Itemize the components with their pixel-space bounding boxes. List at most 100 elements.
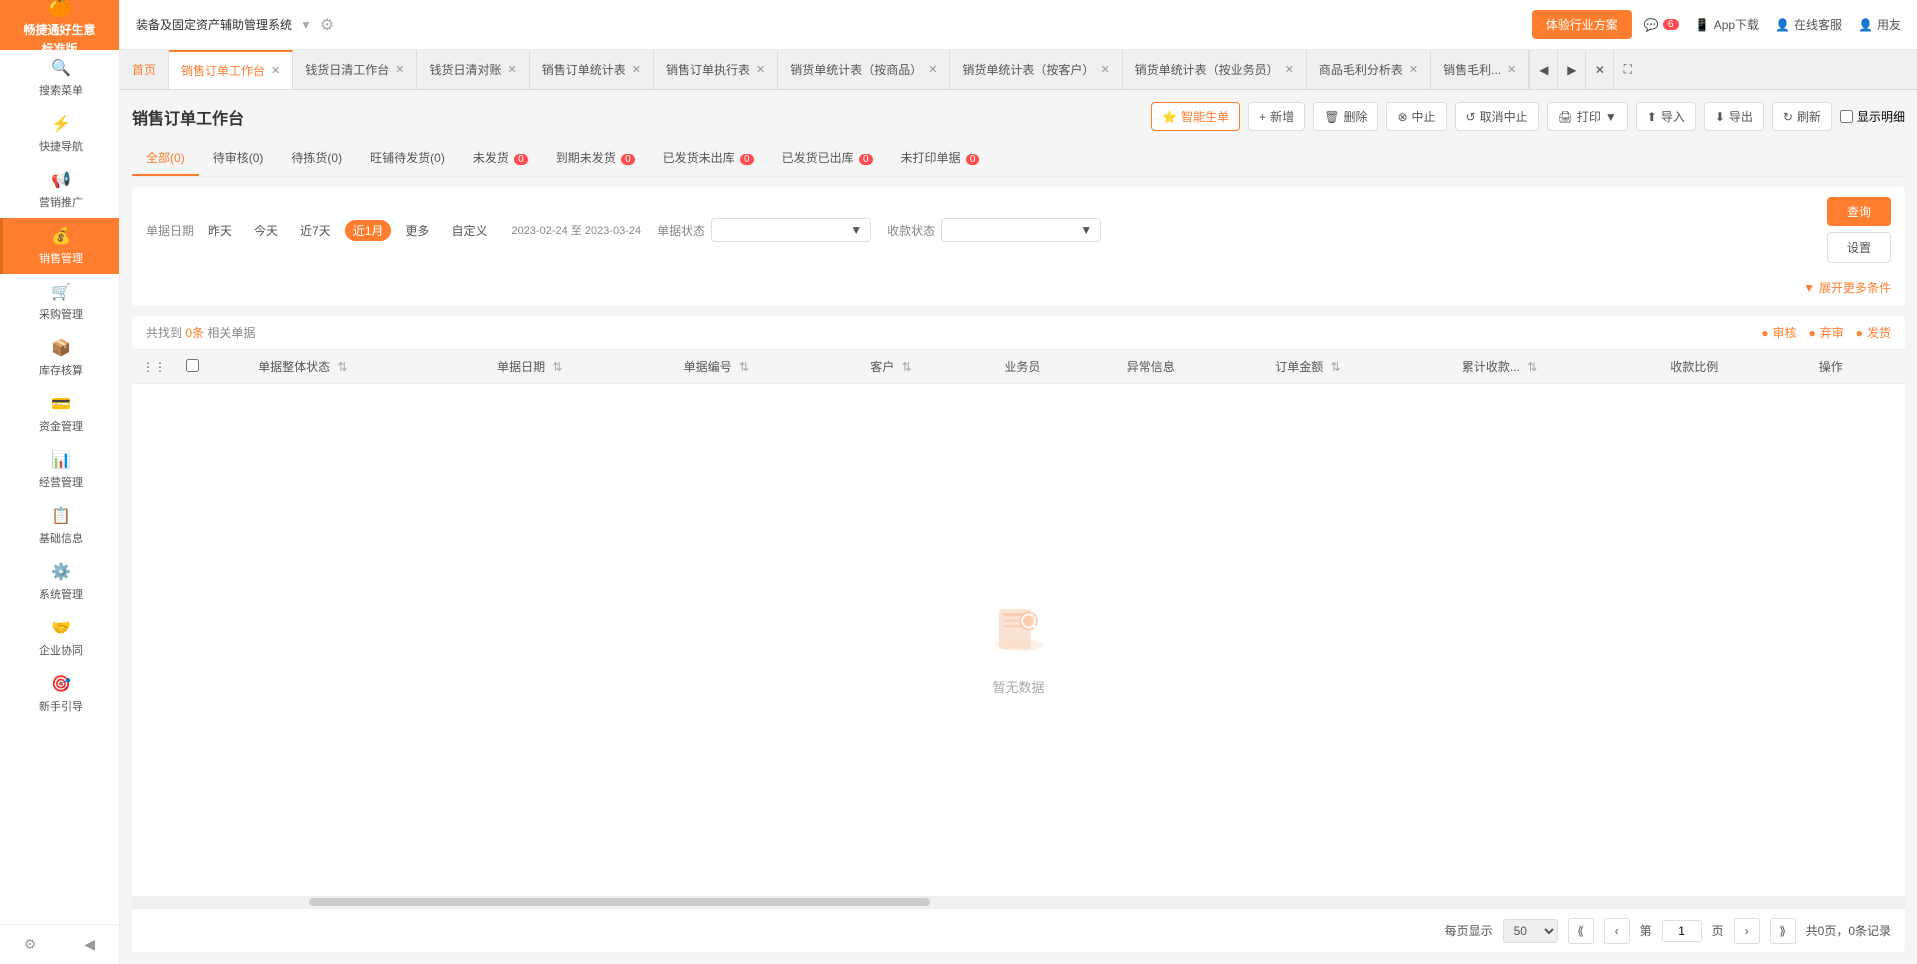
expand-filter-btn[interactable]: ▼ 展开更多条件	[1803, 279, 1891, 296]
review-btn[interactable]: ● 审核	[1761, 324, 1796, 341]
smart-create-btn[interactable]: ⭐ 智能生单	[1151, 102, 1240, 131]
tab-close-sales-exec[interactable]: ✕	[756, 63, 765, 76]
th-status[interactable]: 单据整体状态 ⇅	[248, 350, 487, 384]
sub-tab-not-printed[interactable]: 未打印单据 0	[887, 141, 994, 176]
tab-close-sales-stats[interactable]: ✕	[632, 63, 641, 76]
sidebar-item-marketing[interactable]: 📢 营销推广	[0, 162, 119, 218]
horizontal-scrollbar[interactable]	[132, 896, 1905, 908]
tab-close-product-margin[interactable]: ✕	[1409, 63, 1418, 76]
th-number[interactable]: 单据编号 ⇅	[674, 350, 861, 384]
ship-btn[interactable]: ● 发货	[1856, 324, 1891, 341]
sidebar-item-search[interactable]: 🔍 搜索菜单	[0, 50, 119, 106]
online-service-action[interactable]: 👤 在线客服	[1775, 16, 1842, 33]
sidebar-item-purchase[interactable]: 🛒 采购管理	[0, 274, 119, 330]
sidebar-item-operation[interactable]: 📊 经营管理	[0, 442, 119, 498]
tab-cash-daily[interactable]: 钱货日清工作台 ✕	[293, 50, 417, 90]
ship-icon: ●	[1856, 326, 1863, 340]
tab-home[interactable]: 首页	[120, 50, 169, 90]
tab-close-all-btn[interactable]: ✕	[1585, 50, 1613, 90]
date-7days-btn[interactable]: 近7天	[292, 220, 339, 241]
show-detail-label[interactable]: 显示明细	[1840, 108, 1905, 125]
new-btn[interactable]: + 新增	[1248, 102, 1305, 131]
sub-tab-not-shipped[interactable]: 未发货 0	[459, 141, 542, 176]
date-1month-btn[interactable]: 近1月	[345, 220, 392, 241]
message-action[interactable]: 💬 6	[1644, 18, 1679, 32]
scrollbar-thumb[interactable]	[309, 898, 930, 906]
sidebar-item-basic[interactable]: 📋 基础信息	[0, 498, 119, 554]
tab-close-sales-order[interactable]: ✕	[271, 64, 280, 77]
trial-btn[interactable]: 体验行业方案	[1532, 10, 1632, 39]
page-first-btn[interactable]: ⟪	[1568, 918, 1594, 944]
tab-close-cash-reconcile[interactable]: ✕	[508, 63, 517, 76]
cancel-stop-btn[interactable]: ↺ 取消中止	[1455, 102, 1539, 131]
th-date[interactable]: 单据日期 ⇅	[487, 350, 674, 384]
export-btn[interactable]: ⬇ 导出	[1704, 102, 1764, 131]
sub-tab-shipped-not-warehoused[interactable]: 已发货未出库 0	[649, 141, 768, 176]
sub-tab-pending-pick[interactable]: 待拣货(0)	[277, 141, 356, 176]
system-dropdown-icon[interactable]: ▼	[300, 18, 312, 32]
sub-tab-overdue-not-shipped[interactable]: 到期未发货 0	[542, 141, 649, 176]
unreviewed-btn[interactable]: ● 弃审	[1808, 324, 1843, 341]
tab-sales-stats[interactable]: 销售订单统计表 ✕	[530, 50, 654, 90]
tab-sales-customer[interactable]: 销货单统计表（按客户） ✕	[950, 50, 1122, 90]
th-checkbox-all[interactable]	[176, 350, 248, 384]
sidebar-item-guide[interactable]: 🎯 新手引导	[0, 666, 119, 722]
sidebar-item-finance[interactable]: 💳 资金管理	[0, 386, 119, 442]
date-yesterday-btn[interactable]: 昨天	[200, 220, 240, 241]
table-scroll[interactable]: ⋮⋮ 单据整体状态 ⇅ 单据日期 ⇅ 单据编号	[132, 350, 1905, 384]
query-btn[interactable]: 查询	[1827, 197, 1891, 226]
page-input[interactable]	[1662, 920, 1702, 942]
import-btn[interactable]: ⬆ 导入	[1636, 102, 1696, 131]
sub-tab-shipped-warehoused[interactable]: 已发货已出库 0	[768, 141, 887, 176]
select-all-checkbox[interactable]	[186, 359, 199, 372]
print-btn[interactable]: 🖨 打印 ▼	[1547, 102, 1628, 131]
tab-sales-salesman[interactable]: 销货单统计表（按业务员） ✕	[1123, 50, 1307, 90]
th-amount[interactable]: 订单金额 ⇅	[1265, 350, 1452, 384]
refresh-btn[interactable]: ↻ 刷新	[1772, 102, 1832, 131]
settings-header-icon[interactable]: ⚙	[320, 15, 334, 35]
date-today-btn[interactable]: 今天	[246, 220, 286, 241]
sidebar-item-inventory[interactable]: 📦 库存核算	[0, 330, 119, 386]
app-download-action[interactable]: 📱 App下载	[1695, 16, 1759, 33]
page-size-select[interactable]: 50 10 20 100	[1503, 919, 1558, 943]
date-custom-btn[interactable]: 自定义	[443, 220, 495, 241]
delete-btn[interactable]: 🗑 删除	[1313, 102, 1378, 131]
tab-sales-order-workbench[interactable]: 销售订单工作台 ✕	[169, 50, 293, 90]
sidebar-item-cooperation[interactable]: 🤝 企业协同	[0, 610, 119, 666]
collapse-icon[interactable]: ◀	[84, 936, 95, 953]
sidebar-item-system[interactable]: ⚙️ 系统管理	[0, 554, 119, 610]
th-drag: ⋮⋮	[132, 350, 176, 384]
sidebar-item-quick[interactable]: ⚡ 快捷导航	[0, 106, 119, 162]
tab-cash-reconcile[interactable]: 钱货日清对账 ✕	[417, 50, 529, 90]
user-action[interactable]: 👤 用友	[1858, 16, 1901, 33]
tab-next-btn[interactable]: ▶	[1557, 50, 1585, 90]
tab-close-sales-customer[interactable]: ✕	[1100, 63, 1109, 76]
stop-btn[interactable]: ⊗ 中止	[1386, 102, 1446, 131]
page-prev-btn[interactable]: ‹	[1604, 918, 1630, 944]
tab-close-cash-daily[interactable]: ✕	[395, 63, 404, 76]
tab-sales-exec[interactable]: 销售订单执行表 ✕	[654, 50, 778, 90]
sub-tab-pending-review[interactable]: 待审核(0)	[199, 141, 278, 176]
tab-product-margin[interactable]: 商品毛利分析表 ✕	[1307, 50, 1431, 90]
sub-tab-wangpu[interactable]: 旺铺待发货(0)	[356, 141, 459, 176]
tab-sales-product[interactable]: 销货单统计表（按商品） ✕	[778, 50, 950, 90]
tab-prev-btn[interactable]: ◀	[1529, 50, 1557, 90]
th-collected[interactable]: 累计收款... ⇅	[1452, 350, 1660, 384]
content-area: 销售订单工作台 ⭐ 智能生单 + 新增 🗑 删除 ⊗ 中止	[120, 90, 1917, 964]
status-select[interactable]: ▼	[711, 218, 871, 242]
th-customer[interactable]: 客户 ⇅	[860, 350, 994, 384]
tab-close-sales-margin[interactable]: ✕	[1507, 63, 1516, 76]
sub-tab-all[interactable]: 全部(0)	[132, 141, 199, 176]
page-last-btn[interactable]: ⟫	[1770, 918, 1796, 944]
tab-close-sales-salesman[interactable]: ✕	[1285, 63, 1294, 76]
show-detail-checkbox[interactable]	[1840, 110, 1853, 123]
tab-sales-margin[interactable]: 销售毛利... ✕	[1431, 50, 1529, 90]
set-btn[interactable]: 设置	[1827, 232, 1891, 263]
date-more-btn[interactable]: 更多	[397, 220, 437, 241]
sidebar-item-sales[interactable]: 💰 销售管理	[0, 218, 119, 274]
page-next-btn[interactable]: ›	[1734, 918, 1760, 944]
payment-select[interactable]: ▼	[941, 218, 1101, 242]
tab-fullscreen-btn[interactable]: ⛶	[1613, 50, 1641, 90]
tab-close-sales-product[interactable]: ✕	[928, 63, 937, 76]
settings-icon[interactable]: ⚙	[24, 936, 37, 953]
